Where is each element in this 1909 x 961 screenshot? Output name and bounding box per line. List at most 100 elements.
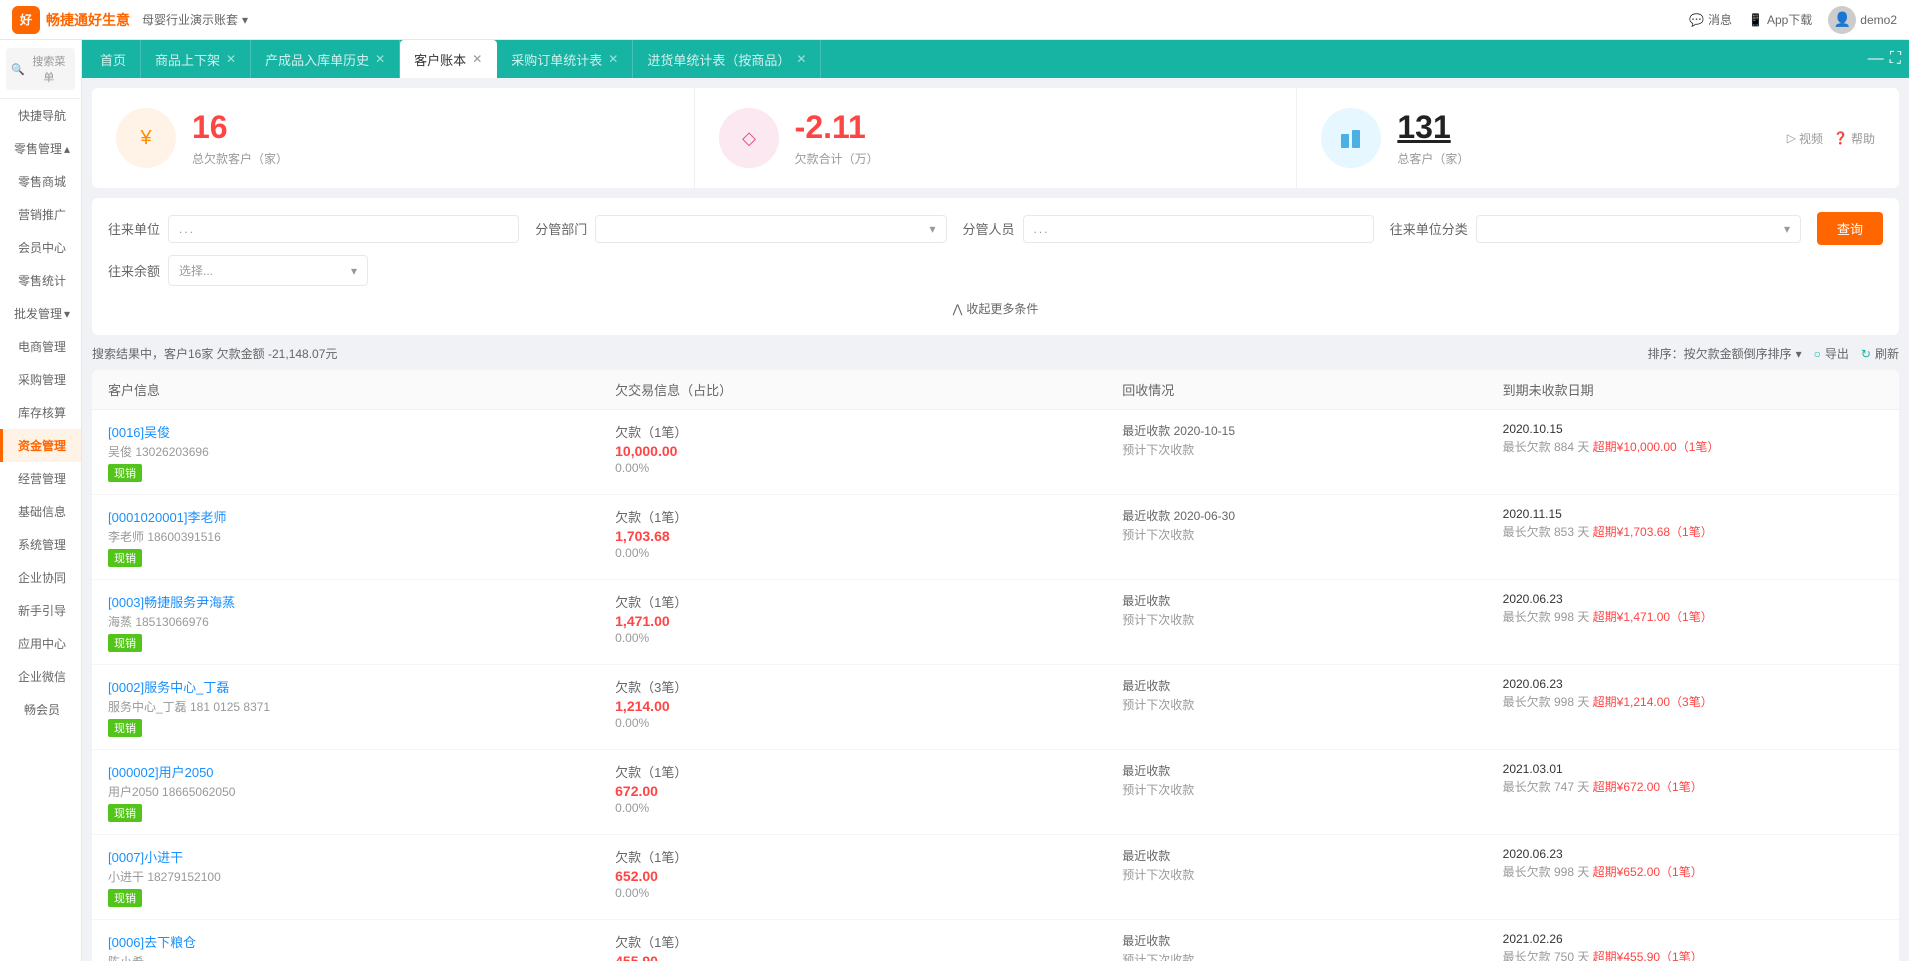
sidebar-item-marketing[interactable]: 营销推广 bbox=[0, 198, 81, 231]
customer-info-cell: [0002]服务中心_丁磊 服务中心_丁磊 181 0125 8371 现销 bbox=[108, 677, 615, 737]
customer-tag: 现销 bbox=[108, 804, 142, 822]
customer-phone: 吴俊 13026203696 bbox=[108, 443, 615, 460]
refresh-icon: ↻ bbox=[1861, 347, 1871, 361]
collapse-btn[interactable]: ⋀ 收起更多条件 bbox=[953, 296, 1039, 321]
tab-product-status[interactable]: 商品上下架 ✕ bbox=[141, 40, 251, 78]
overdue-amount-link[interactable]: 超期¥455.90（1笔） bbox=[1593, 950, 1703, 961]
sidebar-item-retail-stats[interactable]: 零售统计 bbox=[0, 264, 81, 297]
debt-count: 欠款（1笔） bbox=[615, 507, 1122, 526]
filter-dept: 分管部门 ▾ bbox=[535, 215, 946, 243]
overdue-amount-link[interactable]: 超期¥1,214.00（3笔） bbox=[1593, 695, 1713, 709]
tab-purchase-stats[interactable]: 进货单统计表（按商品） ✕ bbox=[633, 40, 821, 78]
customer-name-link[interactable]: [0007]小进干 bbox=[108, 850, 183, 865]
sidebar-item-wechat[interactable]: 企业微信 bbox=[0, 660, 81, 693]
filter-unit-category: 往来单位分类 ▾ bbox=[1390, 215, 1801, 243]
debt-count: 欠款（1笔） bbox=[615, 847, 1122, 866]
close-icon[interactable]: ✕ bbox=[796, 52, 806, 66]
expand-icon[interactable]: ⛶ bbox=[1890, 50, 1901, 68]
sidebar-item-purchase[interactable]: 采购管理 bbox=[0, 363, 81, 396]
customer-tag: 现销 bbox=[108, 464, 142, 482]
overdue-amount-link[interactable]: 超期¥1,703.68（1笔） bbox=[1593, 525, 1713, 539]
chevron-down-icon: ▾ bbox=[242, 13, 248, 27]
help-btn[interactable]: ❓ 帮助 bbox=[1833, 130, 1875, 147]
minimize-icon[interactable]: — bbox=[1868, 50, 1884, 68]
top-bar-right: 💬 消息 📱 App下载 👤 demo2 bbox=[1689, 6, 1897, 34]
overdue-amount-link[interactable]: 超期¥1,471.00（1笔） bbox=[1593, 610, 1713, 624]
customer-info-cell: [000002]用户2050 用户2050 18665062050 现销 bbox=[108, 762, 615, 822]
sidebar-item-retail-mall[interactable]: 零售商城 bbox=[0, 165, 81, 198]
filter-input-from-unit[interactable]: ... bbox=[168, 215, 519, 243]
customer-name-link[interactable]: [0003]畅捷服务尹海蒸 bbox=[108, 595, 235, 610]
sidebar-item-basic-info[interactable]: 基础信息 bbox=[0, 495, 81, 528]
customer-tag: 现销 bbox=[108, 634, 142, 652]
sidebar-item-member[interactable]: 会员中心 bbox=[0, 231, 81, 264]
message-btn[interactable]: 💬 消息 bbox=[1689, 11, 1732, 28]
tab-purchase-order[interactable]: 采购订单统计表 ✕ bbox=[497, 40, 633, 78]
sidebar-item-vip[interactable]: 畅会员 bbox=[0, 693, 81, 726]
overdue-amount-link[interactable]: 超期¥672.00（1笔） bbox=[1593, 780, 1703, 794]
chevron-down-icon: ▾ bbox=[1784, 222, 1790, 236]
overdue-date: 2020.06.23 bbox=[1503, 592, 1883, 606]
tab-home[interactable]: 首页 bbox=[86, 40, 141, 78]
table-row: [0001020001]李老师 李老师 18600391516 现销 欠款（1笔… bbox=[92, 495, 1899, 580]
stat-label-2: 欠款合计（万） bbox=[795, 150, 879, 167]
sidebar-item-capital[interactable]: 资金管理 bbox=[0, 429, 81, 462]
results-summary: 搜索结果中，客户16家 欠款金额 -21,148.07元 bbox=[92, 345, 337, 362]
tab-product-history[interactable]: 产成品入库单历史 ✕ bbox=[251, 40, 400, 78]
tab-customer-account[interactable]: 客户账本 ✕ bbox=[400, 40, 497, 78]
filter-select-unit-category[interactable]: ▾ bbox=[1476, 215, 1801, 243]
filter-label-from-unit: 往来单位 bbox=[108, 219, 160, 238]
sort-select[interactable]: 排序：按欠款金额倒序排序 ▾ bbox=[1648, 345, 1802, 362]
customer-name-link[interactable]: [0016]吴俊 bbox=[108, 425, 170, 440]
sidebar-item-enterprise[interactable]: 企业协同 bbox=[0, 561, 81, 594]
sidebar-item-quick-nav[interactable]: 快捷导航 bbox=[0, 99, 81, 132]
data-table: 客户信息 欠交易信息（占比） 回收情况 到期未收款日期 [0016]吴俊 吴俊 … bbox=[92, 370, 1899, 961]
close-icon[interactable]: ✕ bbox=[375, 52, 385, 66]
customer-phone: 海蒸 18513066976 bbox=[108, 613, 615, 630]
stat-label-3: 总客户（家） bbox=[1397, 150, 1469, 167]
debt-info-cell: 欠款（1笔） 1,703.68 0.00% bbox=[615, 507, 1122, 560]
refresh-btn[interactable]: ↻ 刷新 bbox=[1861, 345, 1899, 362]
customer-name-link[interactable]: [0006]去下粮仓 bbox=[108, 935, 196, 950]
sidebar-item-retail-mgmt[interactable]: 零售管理 ▴ bbox=[0, 132, 81, 165]
customer-name-link[interactable]: [0001020001]李老师 bbox=[108, 510, 227, 525]
overdue-amount-link[interactable]: 超期¥10,000.00（1笔） bbox=[1593, 440, 1720, 454]
customer-name-link[interactable]: [000002]用户2050 bbox=[108, 765, 214, 780]
sidebar-item-wholesale[interactable]: 批发管理 ▾ bbox=[0, 297, 81, 330]
industry-select[interactable]: 母婴行业演示账套 ▾ bbox=[142, 11, 248, 28]
close-icon[interactable]: ✕ bbox=[472, 52, 482, 66]
export-btn[interactable]: ○ 导出 bbox=[1814, 345, 1849, 362]
app-download-btn[interactable]: 📱 App下载 bbox=[1748, 11, 1812, 28]
sidebar-item-inventory[interactable]: 库存核算 bbox=[0, 396, 81, 429]
debt-info-cell: 欠款（1笔） 455.90 0.00% bbox=[615, 932, 1122, 961]
overdue-date: 2021.02.26 bbox=[1503, 932, 1883, 946]
sidebar-search-btn[interactable]: 🔍 搜索菜单 bbox=[6, 48, 75, 90]
filter-from-unit: 往来单位 ... bbox=[108, 215, 519, 243]
sidebar-item-newbie[interactable]: 新手引导 bbox=[0, 594, 81, 627]
stat-info-1: 16 总欠款客户（家） bbox=[192, 109, 288, 167]
close-icon[interactable]: ✕ bbox=[608, 52, 618, 66]
table-row: [0016]吴俊 吴俊 13026203696 现销 欠款（1笔） 10,000… bbox=[92, 410, 1899, 495]
close-icon[interactable]: ✕ bbox=[226, 52, 236, 66]
user-menu[interactable]: 👤 demo2 bbox=[1828, 6, 1897, 34]
sidebar-item-ecommerce[interactable]: 电商管理 bbox=[0, 330, 81, 363]
stat-label-1: 总欠款客户（家） bbox=[192, 150, 288, 167]
search-button[interactable]: 查询 bbox=[1817, 212, 1883, 245]
customer-phone: 用户2050 18665062050 bbox=[108, 783, 615, 800]
filter-select-balance[interactable]: 选择... ▾ bbox=[168, 255, 368, 286]
customer-name-link[interactable]: [0002]服务中心_丁磊 bbox=[108, 680, 229, 695]
stat-card-actions: ▷ 视频 ❓ 帮助 bbox=[1787, 130, 1875, 147]
sidebar-item-system[interactable]: 系统管理 bbox=[0, 528, 81, 561]
video-btn[interactable]: ▷ 视频 bbox=[1787, 130, 1823, 147]
filter-input-manager[interactable]: ... bbox=[1023, 215, 1374, 243]
filter-select-dept[interactable]: ▾ bbox=[595, 215, 946, 243]
debt-info-cell: 欠款（1笔） 10,000.00 0.00% bbox=[615, 422, 1122, 475]
message-icon: 💬 bbox=[1689, 13, 1704, 27]
debt-percent: 0.00% bbox=[615, 631, 1122, 645]
sidebar-item-app-center[interactable]: 应用中心 bbox=[0, 627, 81, 660]
sidebar-item-operation[interactable]: 经营管理 bbox=[0, 462, 81, 495]
overdue-cell: 2021.02.26 最长欠款 750 天 超期¥455.90（1笔） bbox=[1503, 932, 1883, 961]
overdue-amount-link[interactable]: 超期¥652.00（1笔） bbox=[1593, 865, 1703, 879]
customer-info-cell: [0016]吴俊 吴俊 13026203696 现销 bbox=[108, 422, 615, 482]
customer-info-cell: [0006]去下粮仓 陈小希 现销 bbox=[108, 932, 615, 961]
